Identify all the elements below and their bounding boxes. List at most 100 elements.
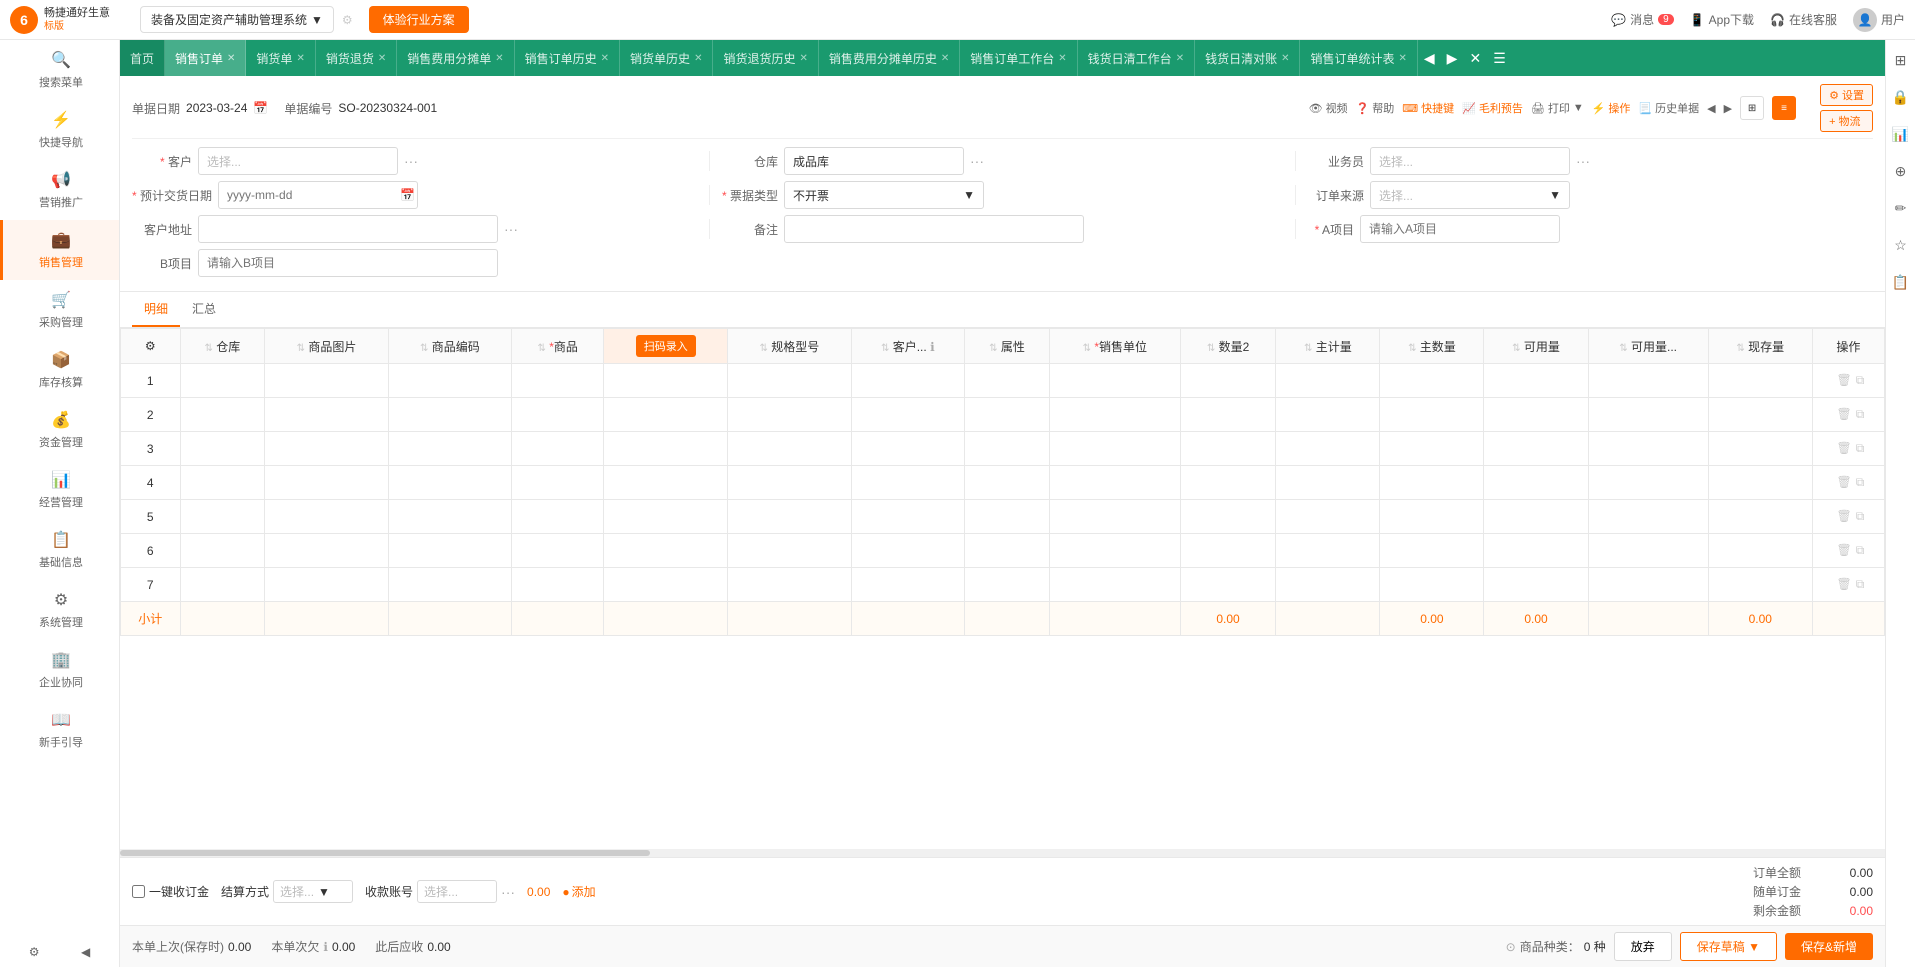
scrollbar-thumb[interactable]	[120, 850, 650, 856]
table-cell[interactable]	[180, 432, 265, 466]
print-btn[interactable]: 🖨 打印 ▼	[1531, 100, 1584, 116]
table-cell[interactable]	[604, 398, 728, 432]
tab-close-return-history[interactable]: ✕	[799, 53, 807, 64]
table-cell[interactable]	[512, 534, 604, 568]
customer-more[interactable]: ···	[404, 153, 418, 169]
sidebar-item-operations[interactable]: 📊 经营管理	[0, 460, 119, 520]
table-cell[interactable]	[1180, 568, 1276, 602]
table-cell[interactable]	[728, 364, 851, 398]
one-click-checkbox-input[interactable]	[132, 885, 145, 898]
table-cell[interactable]	[1276, 500, 1380, 534]
table-cell[interactable]	[1180, 398, 1276, 432]
table-cell[interactable]	[728, 432, 851, 466]
table-cell[interactable]	[728, 398, 851, 432]
right-icon-7[interactable]: 📋	[1888, 270, 1913, 295]
app-download-item[interactable]: 📱 App下载	[1690, 11, 1754, 28]
layout-grid-btn[interactable]: ⊞	[1740, 96, 1764, 120]
table-cell[interactable]	[265, 432, 388, 466]
table-cell[interactable]	[1380, 432, 1484, 466]
table-cell[interactable]	[1588, 568, 1708, 602]
tab-close-cash-daily[interactable]: ✕	[1176, 53, 1184, 64]
table-cell[interactable]	[604, 364, 728, 398]
table-cell[interactable]	[1588, 534, 1708, 568]
table-cell[interactable]	[1484, 398, 1588, 432]
table-cell[interactable]	[180, 398, 265, 432]
sidebar-item-marketing[interactable]: 📢 营销推广	[0, 160, 119, 220]
table-cell[interactable]	[1180, 500, 1276, 534]
table-cell[interactable]	[512, 568, 604, 602]
tab-cash-reconcile[interactable]: 钱货日清对账 ✕	[1195, 40, 1300, 76]
salesperson-more[interactable]: ···	[1576, 153, 1590, 169]
table-cell[interactable]	[604, 534, 728, 568]
nav-prev[interactable]: ◀	[1707, 102, 1715, 115]
table-cell[interactable]	[851, 466, 965, 500]
a-project-input[interactable]	[1360, 215, 1560, 243]
tab-sales-fee[interactable]: 销售费用分摊单 ✕	[397, 40, 514, 76]
table-cell[interactable]	[965, 398, 1050, 432]
table-cell[interactable]	[851, 500, 965, 534]
material-btn[interactable]: + 物流	[1820, 110, 1873, 132]
col-settings[interactable]: ⚙	[121, 329, 181, 364]
layout-list-btn[interactable]: ≡	[1772, 96, 1796, 120]
user-item[interactable]: 👤 用户	[1853, 8, 1905, 32]
copy-icon[interactable]: ⧉	[1856, 577, 1865, 591]
table-cell[interactable]	[851, 432, 965, 466]
tab-fee-history[interactable]: 销售费用分摊单历史 ✕	[819, 40, 960, 76]
app-selector[interactable]: 装备及固定资产辅助管理系统 ▼	[140, 6, 334, 33]
sidebar-item-inventory[interactable]: 📦 库存核算	[0, 340, 119, 400]
table-cell[interactable]	[1276, 568, 1380, 602]
delete-icon[interactable]: 🗑	[1837, 543, 1852, 557]
sidebar-item-finance[interactable]: 💰 资金管理	[0, 400, 119, 460]
table-cell[interactable]	[728, 568, 851, 602]
table-cell[interactable]	[1588, 500, 1708, 534]
table-cell[interactable]	[1276, 432, 1380, 466]
table-cell[interactable]	[180, 568, 265, 602]
delete-icon[interactable]: 🗑	[1837, 441, 1852, 455]
account-select[interactable]: 选择...	[417, 880, 497, 903]
table-cell[interactable]	[1049, 500, 1180, 534]
table-cell[interactable]	[1180, 432, 1276, 466]
table-cell[interactable]	[1049, 568, 1180, 602]
address-input[interactable]	[198, 215, 498, 243]
table-cell[interactable]	[388, 534, 511, 568]
tab-menu[interactable]: ☰	[1487, 50, 1512, 67]
table-cell[interactable]	[265, 500, 388, 534]
copy-icon[interactable]: ⧉	[1856, 373, 1865, 387]
tab-cash-daily[interactable]: 钱货日清工作台 ✕	[1078, 40, 1195, 76]
table-cell[interactable]	[1708, 432, 1812, 466]
sidebar-settings-icon[interactable]: ⚙	[29, 945, 40, 959]
table-cell[interactable]	[604, 568, 728, 602]
table-cell[interactable]	[728, 466, 851, 500]
table-cell[interactable]	[604, 466, 728, 500]
table-cell[interactable]	[1049, 432, 1180, 466]
tab-close-order-workbench[interactable]: ✕	[1058, 53, 1066, 64]
online-service-item[interactable]: 🎧 在线客服	[1770, 11, 1837, 28]
right-icon-6[interactable]: ☆	[1890, 233, 1911, 258]
table-cell[interactable]	[1708, 534, 1812, 568]
table-cell[interactable]	[180, 500, 265, 534]
warehouse-more[interactable]: ···	[970, 153, 984, 169]
horizontal-scrollbar[interactable]	[120, 849, 1885, 857]
col-info-icon[interactable]: ℹ	[930, 340, 935, 354]
calendar-icon[interactable]: 📅	[253, 101, 268, 115]
table-cell[interactable]	[1484, 500, 1588, 534]
table-cell[interactable]	[1588, 364, 1708, 398]
b-project-input[interactable]	[198, 249, 498, 277]
copy-icon[interactable]: ⧉	[1856, 509, 1865, 523]
save-draft-dropdown[interactable]: ▼	[1748, 940, 1760, 954]
table-cell[interactable]	[604, 432, 728, 466]
table-cell[interactable]	[180, 534, 265, 568]
table-cell[interactable]	[265, 534, 388, 568]
tab-sales-history[interactable]: 销货单历史 ✕	[620, 40, 713, 76]
save-new-button[interactable]: 保存&新增	[1785, 933, 1873, 960]
table-cell[interactable]	[265, 466, 388, 500]
table-cell[interactable]	[965, 432, 1050, 466]
delivery-date-input[interactable]	[218, 181, 418, 209]
table-cell[interactable]	[512, 364, 604, 398]
tab-huizong[interactable]: 汇总	[180, 292, 228, 327]
nav-next[interactable]: ▶	[1724, 102, 1732, 115]
customer-select[interactable]: 选择...	[198, 147, 398, 175]
shortcut-btn[interactable]: ⌨ 快捷键	[1402, 100, 1454, 116]
sidebar-collapse-icon[interactable]: ◀	[81, 945, 90, 959]
table-cell[interactable]	[1380, 500, 1484, 534]
